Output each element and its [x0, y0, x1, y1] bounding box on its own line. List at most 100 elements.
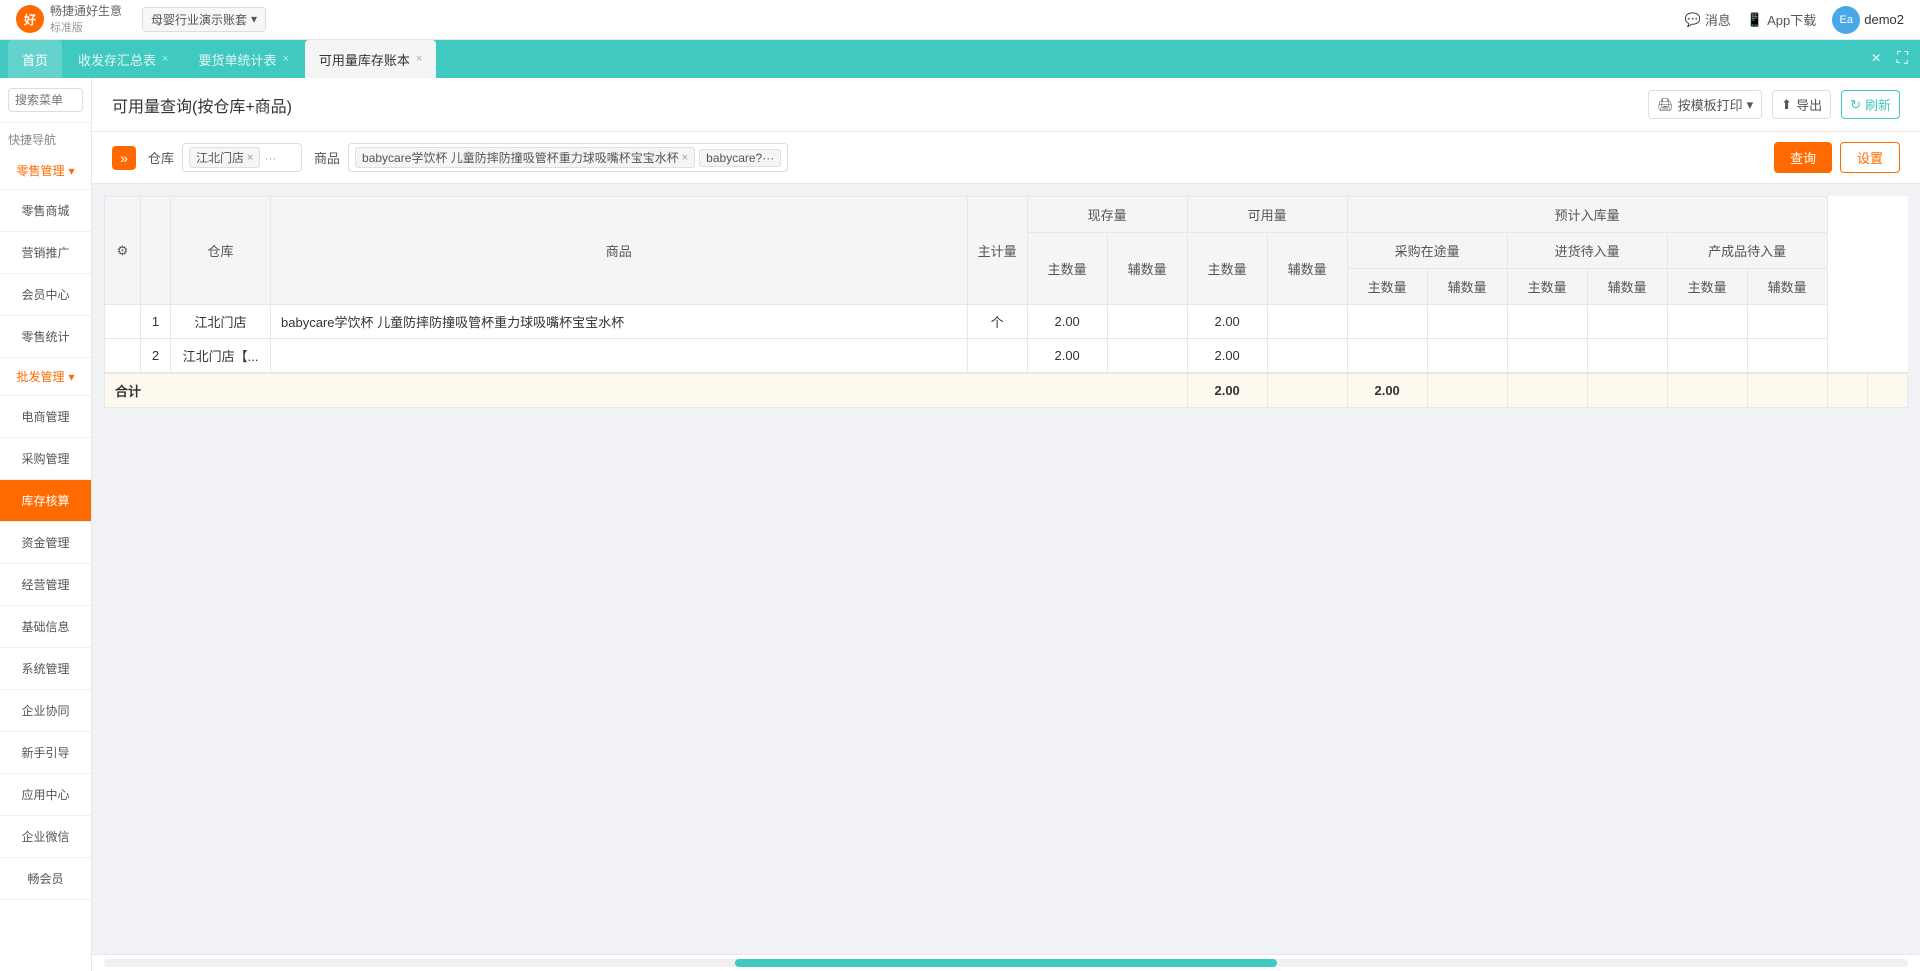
- tab-available-stock-close[interactable]: ×: [416, 53, 422, 65]
- warehouse-tag-container[interactable]: 江北门店 × ···: [182, 143, 302, 172]
- sidebar-item-retail-mgmt[interactable]: 零售管理: [0, 152, 91, 190]
- settings-button[interactable]: 设置: [1840, 142, 1900, 173]
- tab-order-stats-label: 要货单统计表: [198, 50, 276, 69]
- row-incoming-aux: [1587, 339, 1667, 374]
- filter-bar: » 仓库 江北门店 × ··· 商品 babycare学饮杯 儿童防摔防撞吸管杯…: [92, 132, 1920, 184]
- top-bar-right: 💬 消息 📱 App下载 Ea demo2: [1685, 6, 1904, 34]
- row-purchase-aux: [1427, 305, 1507, 339]
- sidebar-item-app-center[interactable]: 应用中心: [0, 774, 91, 816]
- sidebar-item-operations[interactable]: 经营管理: [0, 564, 91, 606]
- sidebar-item-ecommerce[interactable]: 电商管理: [0, 396, 91, 438]
- filter-expand-button[interactable]: »: [112, 146, 136, 170]
- industry-selector[interactable]: 母婴行业演示账套: [142, 7, 266, 32]
- warehouse-tag-text: 江北门店: [196, 149, 244, 166]
- col-purchase-aux-header: 辅数量: [1427, 269, 1507, 305]
- col-settings-header[interactable]: [105, 197, 141, 305]
- nav-close-btn[interactable]: ×: [1867, 46, 1884, 72]
- sidebar-item-retail-store[interactable]: 零售商城: [0, 190, 91, 232]
- sidebar-item-wholesale-mgmt[interactable]: 批发管理: [0, 358, 91, 396]
- main-layout: 快捷导航 零售管理 零售商城 营销推广 会员中心 零售统计 批发管理 电商管理 …: [0, 78, 1920, 971]
- table-footer: [92, 954, 1920, 971]
- sidebar-item-wechat[interactable]: 企业微信: [0, 816, 91, 858]
- col-warehouse-header: 仓库: [171, 197, 271, 305]
- purchase-label: 采购管理: [21, 452, 69, 466]
- msg-button[interactable]: 💬 消息: [1685, 10, 1731, 29]
- scrollbar-track[interactable]: [104, 959, 1908, 967]
- summary-purchase-main: [1507, 373, 1587, 408]
- content-area: 可用量查询(按仓库+商品) 🖨 按模板打印 ⬆ 导出 ↻ 刷新: [92, 78, 1920, 971]
- sidebar-item-quick-nav[interactable]: 快捷导航: [0, 123, 91, 152]
- app-download-button[interactable]: 📱 App下载: [1747, 10, 1816, 29]
- tab-available-stock[interactable]: 可用量库存账本 ×: [305, 40, 436, 78]
- row-product: babycare学饮杯 儿童防摔防撞吸管杯重力球吸嘴杯宝宝水杯: [271, 305, 968, 339]
- member2-label: 畅会员: [27, 872, 63, 886]
- tab-order-stats-close[interactable]: ×: [282, 53, 288, 65]
- summary-incoming-aux: [1747, 373, 1827, 408]
- search-input[interactable]: [8, 88, 83, 112]
- row-unit: [967, 339, 1027, 374]
- tab-receive-send[interactable]: 收发存汇总表 ×: [64, 40, 182, 78]
- top-bar: 好 畅捷通好生意 标准版 母婴行业演示账套 💬 消息 📱 App下载 Ea de…: [0, 0, 1920, 40]
- refresh-icon: ↻: [1850, 97, 1861, 113]
- product-tag-1-close[interactable]: ×: [682, 152, 688, 164]
- row-production-main: [1667, 339, 1747, 374]
- sidebar-item-member2[interactable]: 畅会员: [0, 858, 91, 900]
- sidebar-item-guide[interactable]: 新手引导: [0, 732, 91, 774]
- row-purchase-main: [1347, 305, 1427, 339]
- product-tag-container[interactable]: babycare学饮杯 儿童防摔防撞吸管杯重力球吸嘴杯宝宝水杯 × babyca…: [348, 143, 788, 172]
- tab-home[interactable]: 首页: [8, 40, 62, 78]
- query-button[interactable]: 查询: [1774, 142, 1832, 173]
- product-tag-2: babycare?···: [699, 149, 781, 167]
- product-tag-1-text: babycare学饮杯 儿童防摔防撞吸管杯重力球吸嘴杯宝宝水杯: [362, 149, 679, 166]
- row-warehouse: 江北门店: [171, 305, 271, 339]
- print-button[interactable]: 🖨 按模板打印: [1648, 90, 1762, 119]
- col-stock-aux-header: 辅数量: [1107, 233, 1187, 305]
- sidebar-item-marketing[interactable]: 营销推广: [0, 232, 91, 274]
- nav-expand-btn[interactable]: ⛶: [1893, 46, 1912, 72]
- sidebar-item-basic-info[interactable]: 基础信息: [0, 606, 91, 648]
- row-avail-aux: [1267, 339, 1347, 374]
- refresh-button[interactable]: ↻ 刷新: [1841, 90, 1900, 119]
- row-stock-main: 2.00: [1027, 305, 1107, 339]
- ecommerce-label: 电商管理: [21, 410, 69, 424]
- row-product: [271, 339, 968, 374]
- data-table: 仓库 商品 主计量 现存量 可用量 预计入库量 主数量 辅数量 主数量 辅数量 …: [104, 196, 1908, 408]
- sidebar-item-retail-stats[interactable]: 零售统计: [0, 316, 91, 358]
- sidebar-item-enterprise[interactable]: 企业协同: [0, 690, 91, 732]
- print-label: 按模板打印: [1678, 95, 1743, 114]
- export-button[interactable]: ⬆ 导出: [1772, 90, 1831, 119]
- tab-order-stats[interactable]: 要货单统计表 ×: [184, 40, 302, 78]
- refresh-label: 刷新: [1865, 95, 1891, 114]
- row-stock-aux: [1107, 339, 1187, 374]
- row-index: 1: [141, 305, 171, 339]
- row-incoming-main: [1507, 339, 1587, 374]
- row-incoming-main: [1507, 305, 1587, 339]
- settings-icon: [117, 243, 129, 258]
- retail-store-label: 零售商城: [21, 204, 69, 218]
- col-avail-main-header: 主数量: [1187, 233, 1267, 305]
- col-purchase-main-header: 主数量: [1347, 269, 1427, 305]
- summary-label: 合计: [105, 373, 1188, 408]
- sidebar-item-member[interactable]: 会员中心: [0, 274, 91, 316]
- row-purchase-main: [1347, 339, 1427, 374]
- sidebar-item-purchase[interactable]: 采购管理: [0, 438, 91, 480]
- filter-product-group: 商品 babycare学饮杯 儿童防摔防撞吸管杯重力球吸嘴杯宝宝水杯 × bab…: [314, 143, 788, 172]
- sidebar-item-finance[interactable]: 资金管理: [0, 522, 91, 564]
- industry-chevron-icon: [251, 12, 257, 26]
- sidebar-item-system[interactable]: 系统管理: [0, 648, 91, 690]
- sidebar-item-inventory[interactable]: 库存核算: [0, 480, 91, 522]
- export-icon: ⬆: [1781, 97, 1792, 113]
- nav-tabs: 首页 收发存汇总表 × 要货单统计表 × 可用量库存账本 × × ⛶: [0, 40, 1920, 78]
- tab-home-label: 首页: [22, 50, 48, 69]
- nav-tab-end: × ⛶: [1867, 40, 1912, 78]
- col-stock-main-header: 主数量: [1027, 233, 1107, 305]
- tab-receive-send-close[interactable]: ×: [162, 53, 168, 65]
- warehouse-filter-more[interactable]: ···: [264, 151, 276, 165]
- user-profile[interactable]: Ea demo2: [1832, 6, 1904, 34]
- col-production-aux-header: 辅数量: [1747, 269, 1827, 305]
- retail-mgmt-label: 零售管理: [16, 162, 64, 179]
- msg-icon: 💬: [1685, 12, 1701, 28]
- summary-production-main: [1827, 373, 1867, 408]
- warehouse-tag-close[interactable]: ×: [247, 152, 253, 164]
- col-production-group-header: 产成品待入量: [1667, 233, 1827, 269]
